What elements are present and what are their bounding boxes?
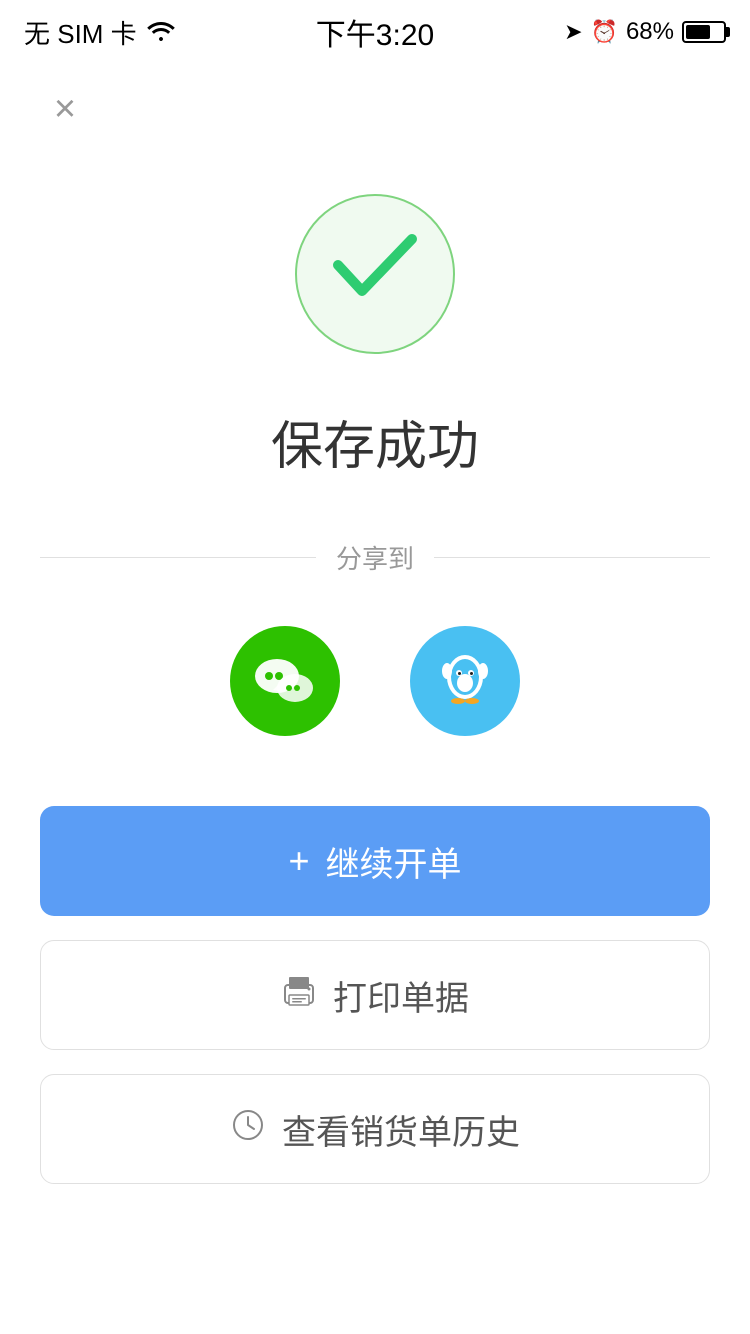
status-time: 下午3:20 [316,10,434,54]
close-icon: × [54,90,76,128]
divider-left [40,557,316,558]
history-button[interactable]: 查看销货单历史 [40,1074,710,1184]
continue-button[interactable]: + 继续开单 [40,806,710,916]
divider-right [434,557,710,558]
print-icon [281,973,317,1017]
status-right: ➤ ⏰ 68% [564,18,726,46]
share-label: 分享到 [336,539,414,576]
status-left: 无 SIM 卡 [24,14,175,51]
share-icons [230,626,520,736]
wifi-icon [147,17,175,48]
continue-label: 继续开单 [326,837,462,886]
sim-text: 无 SIM 卡 [24,14,137,51]
history-icon [230,1107,266,1151]
history-label: 查看销货单历史 [282,1105,520,1154]
status-bar: 无 SIM 卡 下午3:20 ➤ ⏰ 68% [0,0,750,64]
qq-icon [438,649,493,714]
print-label: 打印单据 [333,971,469,1020]
alarm-icon: ⏰ [591,19,618,45]
divider-section: 分享到 [40,539,710,576]
page-content: × 保存成功 分享到 [0,64,750,1184]
checkmark-icon [330,229,420,314]
action-buttons: + 继续开单 打印单据 [40,806,710,1184]
wechat-icon [253,654,318,709]
wechat-share-button[interactable] [230,626,340,736]
battery-icon [682,21,726,43]
battery-percent: 68% [626,18,674,46]
close-button[interactable]: × [40,84,90,134]
close-button-area: × [40,84,710,134]
location-icon: ➤ [564,19,582,45]
qq-share-button[interactable] [410,626,520,736]
print-button[interactable]: 打印单据 [40,940,710,1050]
continue-plus-icon: + [288,840,309,882]
success-circle [295,194,455,354]
success-title: 保存成功 [271,404,479,479]
